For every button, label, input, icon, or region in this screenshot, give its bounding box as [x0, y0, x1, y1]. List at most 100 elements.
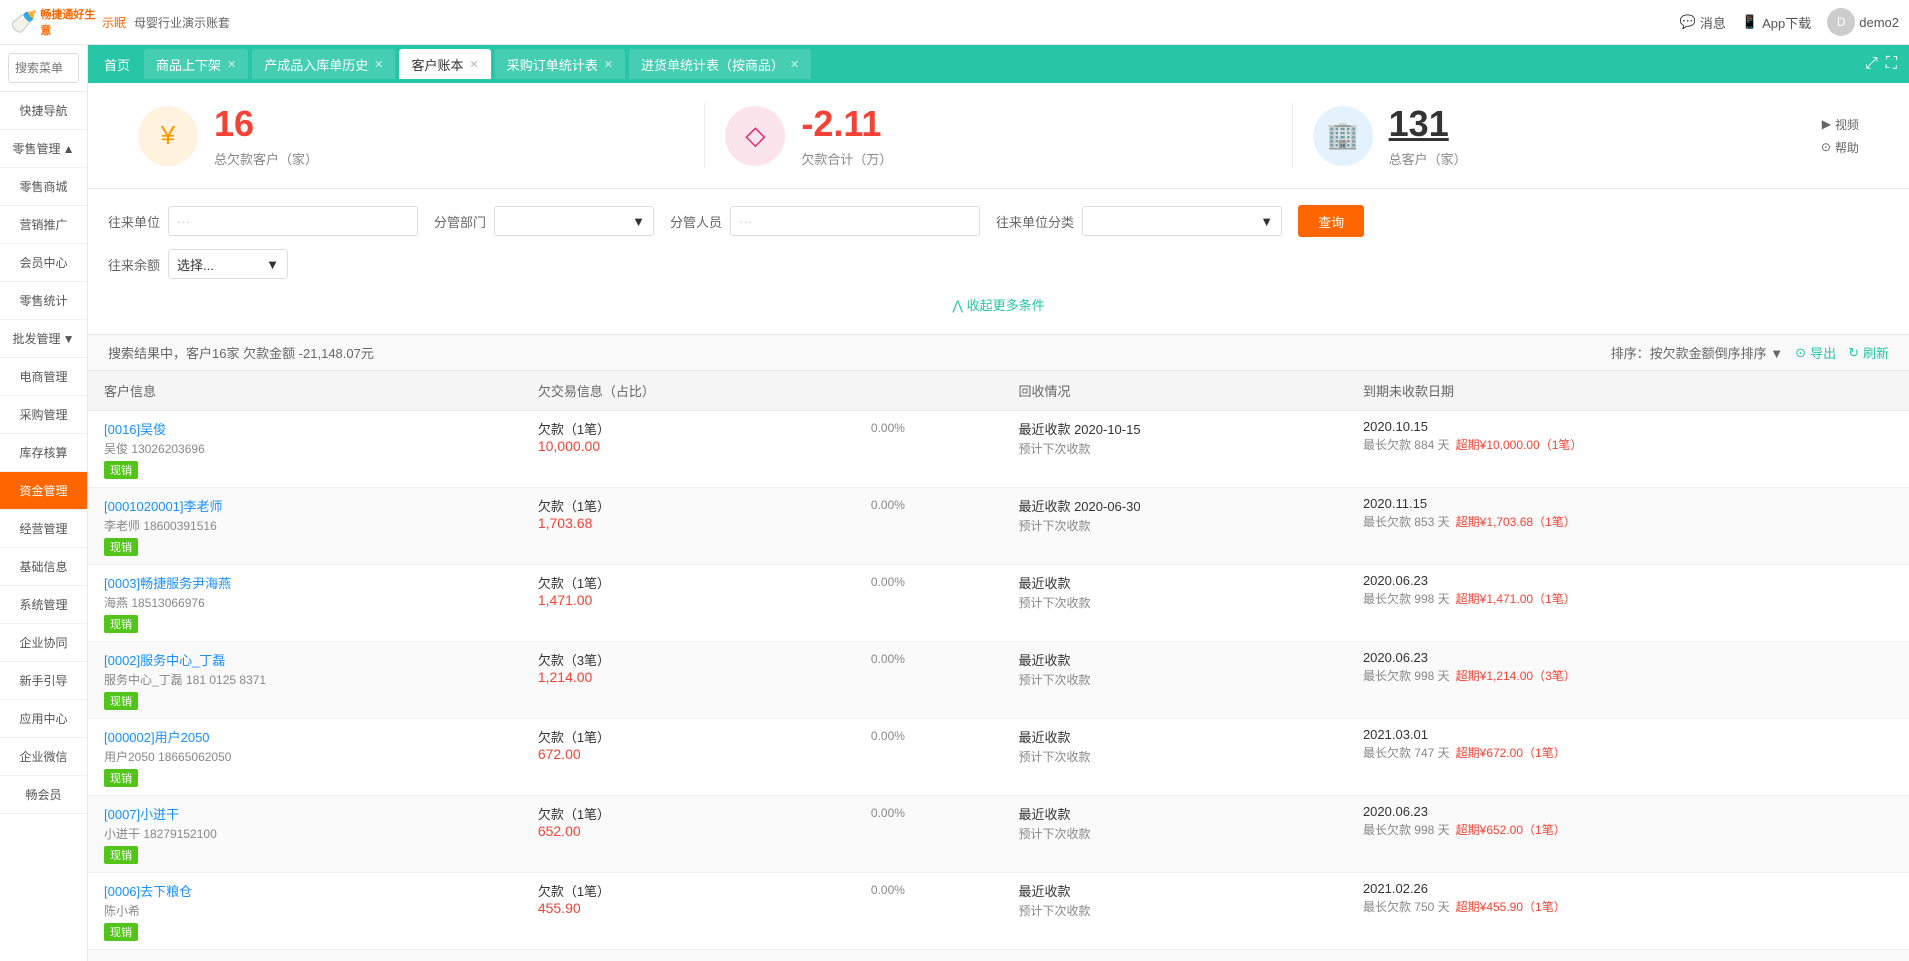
tab-close-icon[interactable]: ✕ [227, 58, 236, 71]
sidebar-item-retail-stats[interactable]: 零售统计 [0, 282, 87, 320]
sidebar-item-basic-info[interactable]: 基础信息 [0, 548, 87, 586]
sidebar-item-system[interactable]: 系统管理 [0, 586, 87, 624]
tab-close-icon-4[interactable]: ✕ [604, 58, 613, 71]
refresh-button[interactable]: ↻ 刷新 [1848, 343, 1889, 362]
debt-pct: 0.00% [871, 498, 987, 512]
sidebar-item-quicknav[interactable]: 快捷导航 [0, 92, 87, 130]
filter-balance-select[interactable]: 选择... ▼ [168, 249, 288, 279]
sidebar-item-retail-mgmt[interactable]: 零售管理 ▲ [0, 130, 87, 168]
sidebar-item-operation[interactable]: 经营管理 [0, 510, 87, 548]
debt-amount[interactable]: 1,703.68 [538, 515, 839, 531]
overdue-link[interactable]: 超期¥672.00（1笔） [1456, 744, 1566, 761]
th-debt: 欠交易信息（占比） [522, 371, 855, 411]
customer-contact: 用户2050 18665062050 [104, 748, 506, 765]
sidebar-item-member2[interactable]: 畅会员 [0, 776, 87, 814]
table-row: [0006]去下粮仓 陈小希 现销 欠款（1笔） 455.90 0.00% 最近… [88, 873, 1909, 950]
overdue-link[interactable]: 超期¥455.90（1笔） [1456, 898, 1566, 915]
help-action[interactable]: ⊙ 帮助 [1821, 139, 1859, 156]
filter-category-select[interactable]: ▼ [1082, 206, 1282, 236]
debt-amount[interactable]: 672.00 [538, 746, 839, 762]
overdue-link[interactable]: 超期¥10,000.00（1笔） [1456, 436, 1583, 453]
results-actions: 排序：按欠款金额倒序排序 ▼ ⊙ 导出 ↻ 刷新 [1611, 343, 1889, 362]
tab-purchase-order-stats[interactable]: 采购订单统计表 ✕ [495, 49, 625, 79]
sort-label[interactable]: 排序：按欠款金额倒序排序 ▼ [1611, 343, 1784, 362]
due-date: 2020.06.23 [1363, 573, 1893, 588]
customer-name[interactable]: [0003]畅捷服务尹海燕 [104, 573, 506, 592]
overdue-link[interactable]: 超期¥1,214.00（3笔） [1456, 667, 1576, 684]
max-overdue: 最长欠款 998 天 [1363, 667, 1450, 684]
avatar: D [1827, 8, 1855, 36]
stat-label-3: 总客户（家） [1389, 149, 1467, 168]
tab-close-icon-5[interactable]: ✕ [790, 58, 799, 71]
customer-name[interactable]: [0006]去下粮仓 [104, 881, 506, 900]
filter-person: 分管人员 ··· [670, 206, 980, 236]
customer-name[interactable]: [000002]用户2050 [104, 727, 506, 746]
help-icon: ⊙ [1821, 140, 1831, 154]
customer-name[interactable]: [0002]服务中心_丁磊 [104, 650, 506, 669]
message-button[interactable]: 💬 消息 [1680, 13, 1726, 32]
filter-person-input[interactable]: ··· [730, 206, 980, 236]
sidebar-item-app[interactable]: 应用中心 [0, 700, 87, 738]
tab-customer-ledger-label: 客户账本 [411, 55, 463, 74]
user-menu[interactable]: D demo2 [1827, 8, 1899, 36]
tab-stock-history[interactable]: 产成品入库单历史 ✕ [252, 49, 395, 79]
th-recovery: 回收情况 [1002, 371, 1346, 411]
tab-customer-ledger[interactable]: 客户账本 ✕ [399, 49, 490, 79]
filter-dept-select[interactable]: ▼ [494, 206, 654, 236]
app-download-button[interactable]: 📱 App下载 [1742, 13, 1811, 32]
last-recv: 最近收款 [1018, 650, 1330, 669]
sidebar-item-guide[interactable]: 新手引导 [0, 662, 87, 700]
customer-name[interactable]: [0016]吴俊 [104, 419, 506, 438]
debt-label: 欠款（1笔） [538, 727, 839, 746]
tab-close-icon-2[interactable]: ✕ [374, 58, 383, 71]
search-button[interactable]: 查询 [1298, 205, 1364, 237]
tag-current: 现销 [104, 692, 138, 710]
expand-icon[interactable]: ⤢ [1865, 55, 1878, 73]
export-button[interactable]: ⊙ 导出 [1795, 343, 1836, 362]
sidebar-item-finance[interactable]: 资金管理 [0, 472, 87, 510]
customer-name[interactable]: [0001020001]李老师 [104, 496, 506, 515]
filter-customer-input[interactable]: ··· [168, 206, 418, 236]
sidebar-item-member[interactable]: 会员中心 [0, 244, 87, 282]
tab-stock-stats[interactable]: 进货单统计表（按商品） ✕ [629, 49, 811, 79]
debt-amount[interactable]: 1,471.00 [538, 592, 839, 608]
search-input[interactable] [8, 53, 79, 83]
tab-close-icon-3[interactable]: ✕ [470, 58, 479, 71]
tab-product-listing[interactable]: 商品上下架 ✕ [144, 49, 248, 79]
maximize-icon[interactable]: ⛶ [1886, 55, 1897, 73]
sidebar-item-marketing[interactable]: 营销推广 [0, 206, 87, 244]
last-recv: 最近收款 2020-06-30 [1018, 496, 1330, 515]
next-recv: 预计下次收款 [1018, 902, 1330, 919]
logo-icon: 🍼 [10, 9, 37, 35]
debt-amount[interactable]: 10,000.00 [538, 438, 839, 454]
sidebar-item-ecommerce[interactable]: 电商管理 [0, 358, 87, 396]
stat-actions: ▶ 视频 ⊙ 帮助 [1821, 116, 1859, 156]
stat-card-3: 🏢 131 总客户（家） ▶ 视频 ⊙ 帮助 [1293, 103, 1879, 168]
logo-text: 畅捷通好生意 [40, 6, 98, 38]
overdue-link[interactable]: 超期¥652.00（1笔） [1456, 821, 1566, 838]
sidebar-item-retail-mall[interactable]: 零售商城 [0, 168, 87, 206]
customer-contact: 陈小希 [104, 902, 506, 919]
main-layout: 快捷导航 零售管理 ▲ 零售商城 营销推广 会员中心 零售统计 批发管理 ▼ 电… [0, 45, 1909, 961]
collapse-row[interactable]: ⋀ 收起更多条件 [108, 291, 1889, 318]
tag-current: 现销 [104, 538, 138, 556]
menu-link[interactable]: 示眠 [102, 14, 126, 31]
debt-amount[interactable]: 455.90 [538, 900, 839, 916]
debt-amount[interactable]: 652.00 [538, 823, 839, 839]
debt-amount[interactable]: 1,214.00 [538, 669, 839, 685]
overdue-link[interactable]: 超期¥1,703.68（1笔） [1456, 513, 1576, 530]
tab-home[interactable]: 首页 [92, 55, 142, 74]
cell-recovery: 最近收款 2020-10-15 预计下次收款 [1002, 411, 1346, 488]
video-action[interactable]: ▶ 视频 [1822, 116, 1859, 133]
customer-name[interactable]: [0007]小迸干 [104, 804, 506, 823]
stat-info-3: 131 总客户（家） [1389, 103, 1467, 168]
sidebar-item-purchase[interactable]: 采购管理 [0, 396, 87, 434]
sidebar-item-collab[interactable]: 企业协同 [0, 624, 87, 662]
cell-debt-info: 欠款（1笔） 672.00 [522, 719, 855, 796]
sidebar-item-wholesale-mgmt[interactable]: 批发管理 ▼ [0, 320, 87, 358]
sidebar-item-inventory[interactable]: 库存核算 [0, 434, 87, 472]
export-label: 导出 [1810, 343, 1836, 362]
sidebar-item-wechat[interactable]: 企业微信 [0, 738, 87, 776]
overdue-link[interactable]: 超期¥1,471.00（1笔） [1456, 590, 1576, 607]
filter-dept: 分管部门 ▼ [434, 206, 654, 236]
